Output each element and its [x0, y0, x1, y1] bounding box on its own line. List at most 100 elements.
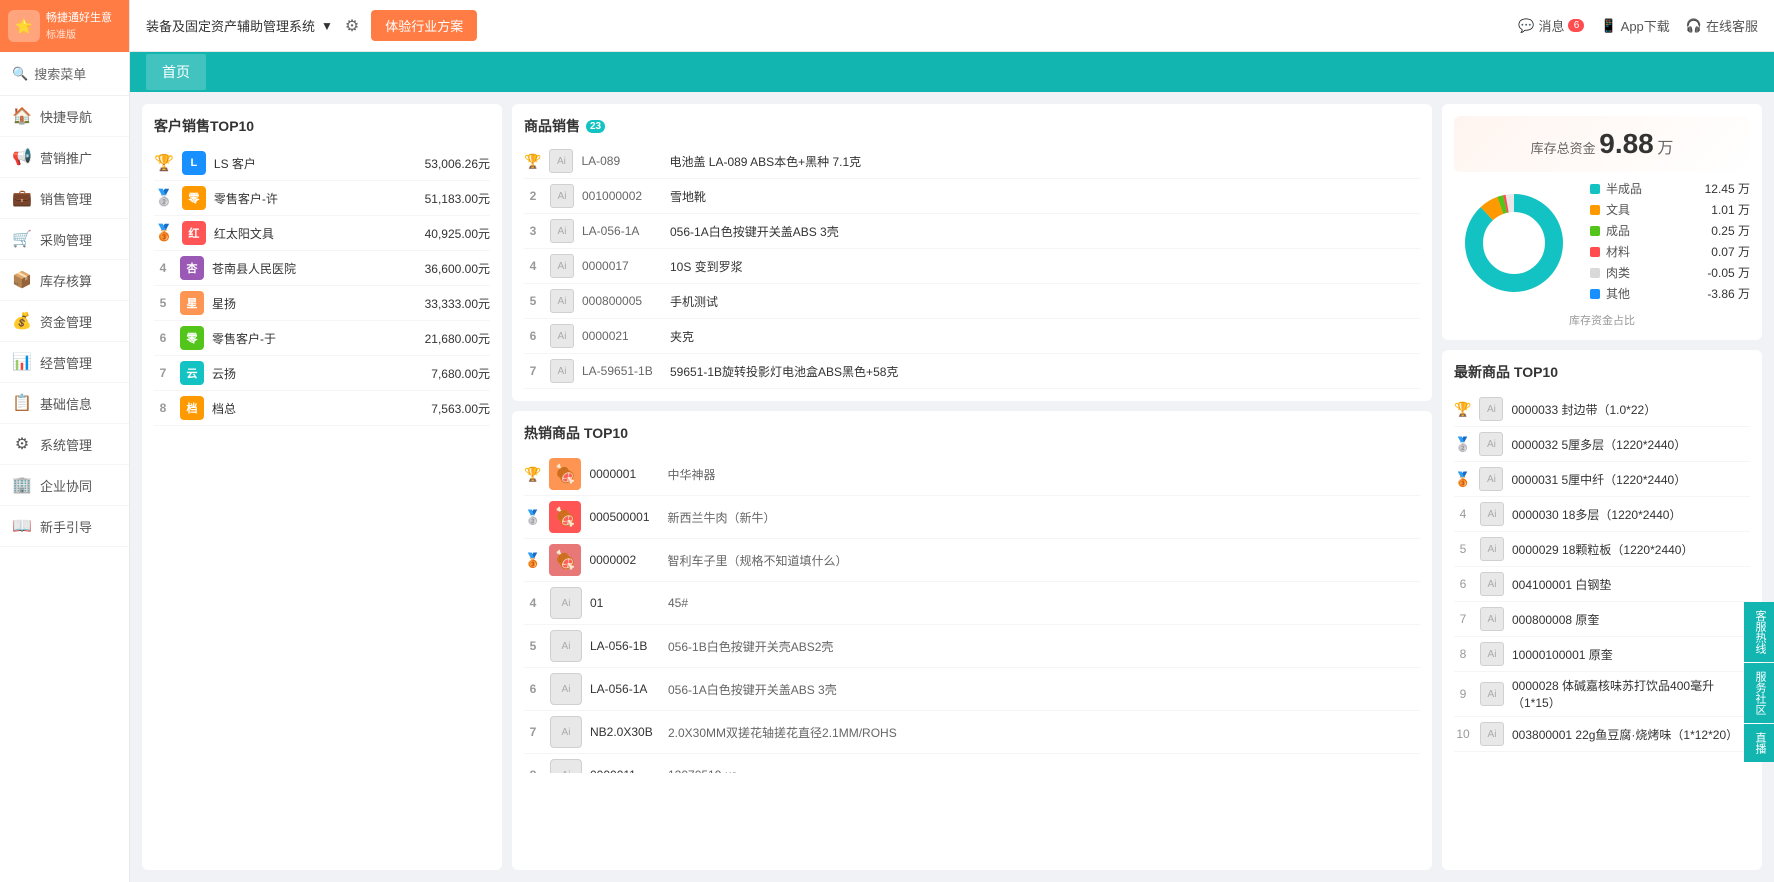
- customer-rank-item: 🥉 红 红太阳文具 40,925.00元: [154, 216, 490, 251]
- new-product-item: 🏆 Ai 0000033 封边带（1.0*22）: [1454, 392, 1750, 427]
- hot-products-title: 热销商品 TOP10: [524, 423, 1420, 443]
- legend-item: 半成品 12.45 万: [1590, 180, 1750, 197]
- settings-icon[interactable]: ⚙: [345, 16, 359, 36]
- search-menu-button[interactable]: 🔍 搜索菜单: [8, 60, 121, 87]
- inventory-card: 库存总资金 9.88 万: [1442, 104, 1762, 340]
- nav-label-nav-purchase: 采购管理: [40, 230, 92, 249]
- nav-icon-nav-home: 🏠: [12, 106, 32, 126]
- rank-number: 6: [524, 329, 542, 343]
- legend-value: 0.25 万: [1711, 222, 1750, 239]
- product-name: 新西兰牛肉（新牛）: [667, 509, 775, 526]
- nav-label-nav-company: 企业协同: [40, 476, 92, 495]
- legend-value: -0.05 万: [1707, 264, 1750, 281]
- hot-product-item: 7 Ai NB2.0X30B 2.0X30MM双搓花轴搓花直径2.1MM/ROH…: [524, 711, 1420, 754]
- legend-value: 12.45 万: [1705, 180, 1750, 197]
- nav-icon-nav-operation: 📊: [12, 352, 32, 372]
- new-product-img: Ai: [1480, 502, 1504, 526]
- new-product-item: 8 Ai 10000100001 原奎: [1454, 637, 1750, 672]
- customer-name: 苍南县人民医院: [212, 260, 417, 277]
- sidebar-item-nav-operation[interactable]: 📊 经营管理: [0, 342, 129, 383]
- sidebar-search-area[interactable]: 🔍 搜索菜单: [0, 52, 129, 96]
- product-name: 59651-1B旋转投影灯电池盒ABS黑色+58克: [670, 363, 1420, 380]
- nav-label-nav-system: 系统管理: [40, 435, 92, 454]
- product-img-placeholder: Ai: [550, 254, 574, 278]
- sidebar-item-nav-guide[interactable]: 📖新手引导: [0, 506, 129, 547]
- product-img-placeholder: Ai: [550, 184, 574, 208]
- customer-amount: 51,183.00元: [425, 190, 490, 207]
- new-product-img: Ai: [1480, 682, 1504, 706]
- system-name-area: 装备及固定资产辅助管理系统 ▼: [146, 16, 333, 35]
- legend-name: 材料: [1606, 243, 1705, 260]
- product-code: LA-089: [581, 154, 661, 168]
- hot-product-item: 🏆 🍖 0000001 中华神器: [524, 453, 1420, 496]
- sidebar-item-nav-sales[interactable]: 💼销售管理: [0, 178, 129, 219]
- sidebar-item-nav-marketing[interactable]: 📢营销推广: [0, 137, 129, 178]
- trophy-icon: 🏆: [154, 153, 174, 173]
- sidebar-item-nav-system[interactable]: ⚙系统管理: [0, 424, 129, 465]
- sidebar-item-nav-basic[interactable]: 📋基础信息: [0, 383, 129, 424]
- product-rank-item: 6 Ai 0000021 夹克: [524, 319, 1420, 354]
- top-nav: 首页: [130, 52, 1774, 92]
- inventory-value: 9.88: [1599, 128, 1654, 159]
- product-code: LA-59651-1B: [582, 364, 662, 378]
- new-product-info: 0000028 体碱嘉核味苏打饮品400毫升（1*15）: [1512, 677, 1750, 711]
- new-product-info: 0000029 18颗粒板（1220*2440）: [1512, 541, 1750, 558]
- new-product-info: 10000100001 原奎: [1512, 646, 1750, 663]
- customer-ranking-title: 客户销售TOP10: [154, 116, 490, 136]
- product-rank-item: 🏆 Ai LA-089 电池盖 LA-089 ABS本色+黑种 7.1克: [524, 144, 1420, 179]
- product-img: 🍖: [549, 458, 581, 490]
- product-img-placeholder: Ai: [550, 324, 574, 348]
- nav-label-nav-operation: 经营管理: [40, 353, 92, 372]
- nav-label-nav-home: 快捷导航: [40, 107, 92, 126]
- new-product-img: Ai: [1480, 607, 1504, 631]
- system-name-chevron: ▼: [321, 19, 333, 33]
- trophy-icon: 🥈: [524, 509, 541, 526]
- legend-name: 半成品: [1606, 180, 1699, 197]
- new-product-item: 6 Ai 004100001 白钢垫: [1454, 567, 1750, 602]
- product-name: 056-1B白色按键开关壳ABS2壳: [668, 638, 833, 655]
- product-rank-item: 4 Ai 0000017 10S 变到罗浆: [524, 249, 1420, 284]
- message-item[interactable]: 💬 消息 6: [1518, 16, 1584, 35]
- nav-label-nav-marketing: 营销推广: [40, 148, 92, 167]
- service-label: 在线客服: [1706, 16, 1758, 35]
- legend-name: 文具: [1606, 201, 1705, 218]
- sidebar-item-nav-purchase[interactable]: 🛒采购管理: [0, 219, 129, 260]
- customer-avatar: 云: [180, 361, 204, 385]
- product-name: 电池盖 LA-089 ABS本色+黑种 7.1克: [669, 153, 1420, 170]
- float-community-btn[interactable]: 服务社区: [1744, 663, 1774, 723]
- product-name: 2.0X30MM双搓花轴搓花直径2.1MM/ROHS: [668, 724, 897, 741]
- product-code: 0000017: [582, 259, 662, 273]
- customer-rank-item: 8 档 档总 7,563.00元: [154, 391, 490, 426]
- product-img-placeholder: Ai: [550, 587, 582, 619]
- sidebar-item-nav-finance[interactable]: 💰资金管理: [0, 301, 129, 342]
- float-service-btn[interactable]: 客服热线: [1744, 602, 1774, 662]
- rank-number: 2: [524, 189, 542, 203]
- customer-name: 星扬: [212, 295, 417, 312]
- trophy-icon: 🥈: [154, 188, 174, 208]
- app-download-item[interactable]: 📱 App下载: [1600, 16, 1669, 35]
- new-product-info: 003800001 22g鱼豆腐·烧烤味（1*12*20）: [1512, 726, 1750, 743]
- trial-button[interactable]: 体验行业方案: [371, 10, 477, 41]
- float-live-btn[interactable]: 直播: [1744, 724, 1774, 762]
- tab-home[interactable]: 首页: [146, 54, 206, 90]
- trophy-icon: 🥉: [1454, 471, 1471, 488]
- product-code: 000800005: [582, 294, 662, 308]
- rank-number: 7: [1454, 612, 1472, 626]
- sidebar-item-nav-company[interactable]: 🏢企业协同: [0, 465, 129, 506]
- sidebar-item-nav-inventory[interactable]: 📦库存核算: [0, 260, 129, 301]
- customer-ranking-list: 🏆 L LS 客户 53,006.26元 🥈 零 零售客户-许 51,183.0…: [154, 146, 490, 426]
- service-item[interactable]: 🎧 在线客服: [1686, 16, 1758, 35]
- hot-product-item: 6 Ai LA-056-1A 056-1A白色按键开关盖ABS 3壳: [524, 668, 1420, 711]
- customer-avatar: L: [182, 151, 206, 175]
- sidebar-item-nav-home[interactable]: 🏠 快捷导航: [0, 96, 129, 137]
- header: 装备及固定资产辅助管理系统 ▼ ⚙ 体验行业方案 💬 消息 6 📱 App下载 …: [130, 0, 1774, 52]
- product-name: 056-1A白色按键开关盖ABS 3壳: [668, 681, 837, 698]
- legend-item: 材料 0.07 万: [1590, 243, 1750, 260]
- content-area: 客户销售TOP10 🏆 L LS 客户 53,006.26元 🥈 零 零售客户-…: [130, 92, 1774, 882]
- product-code: 0000021: [582, 329, 662, 343]
- product-code: LA-056-1A: [590, 682, 660, 696]
- inventory-unit: 万: [1657, 140, 1673, 157]
- legend-item: 肉类 -0.05 万: [1590, 264, 1750, 281]
- hot-products-card: 热销商品 TOP10 🏆 🍖 0000001 中华神器 🥈 🍖 00050000…: [512, 411, 1432, 870]
- product-img-placeholder: Ai: [549, 149, 573, 173]
